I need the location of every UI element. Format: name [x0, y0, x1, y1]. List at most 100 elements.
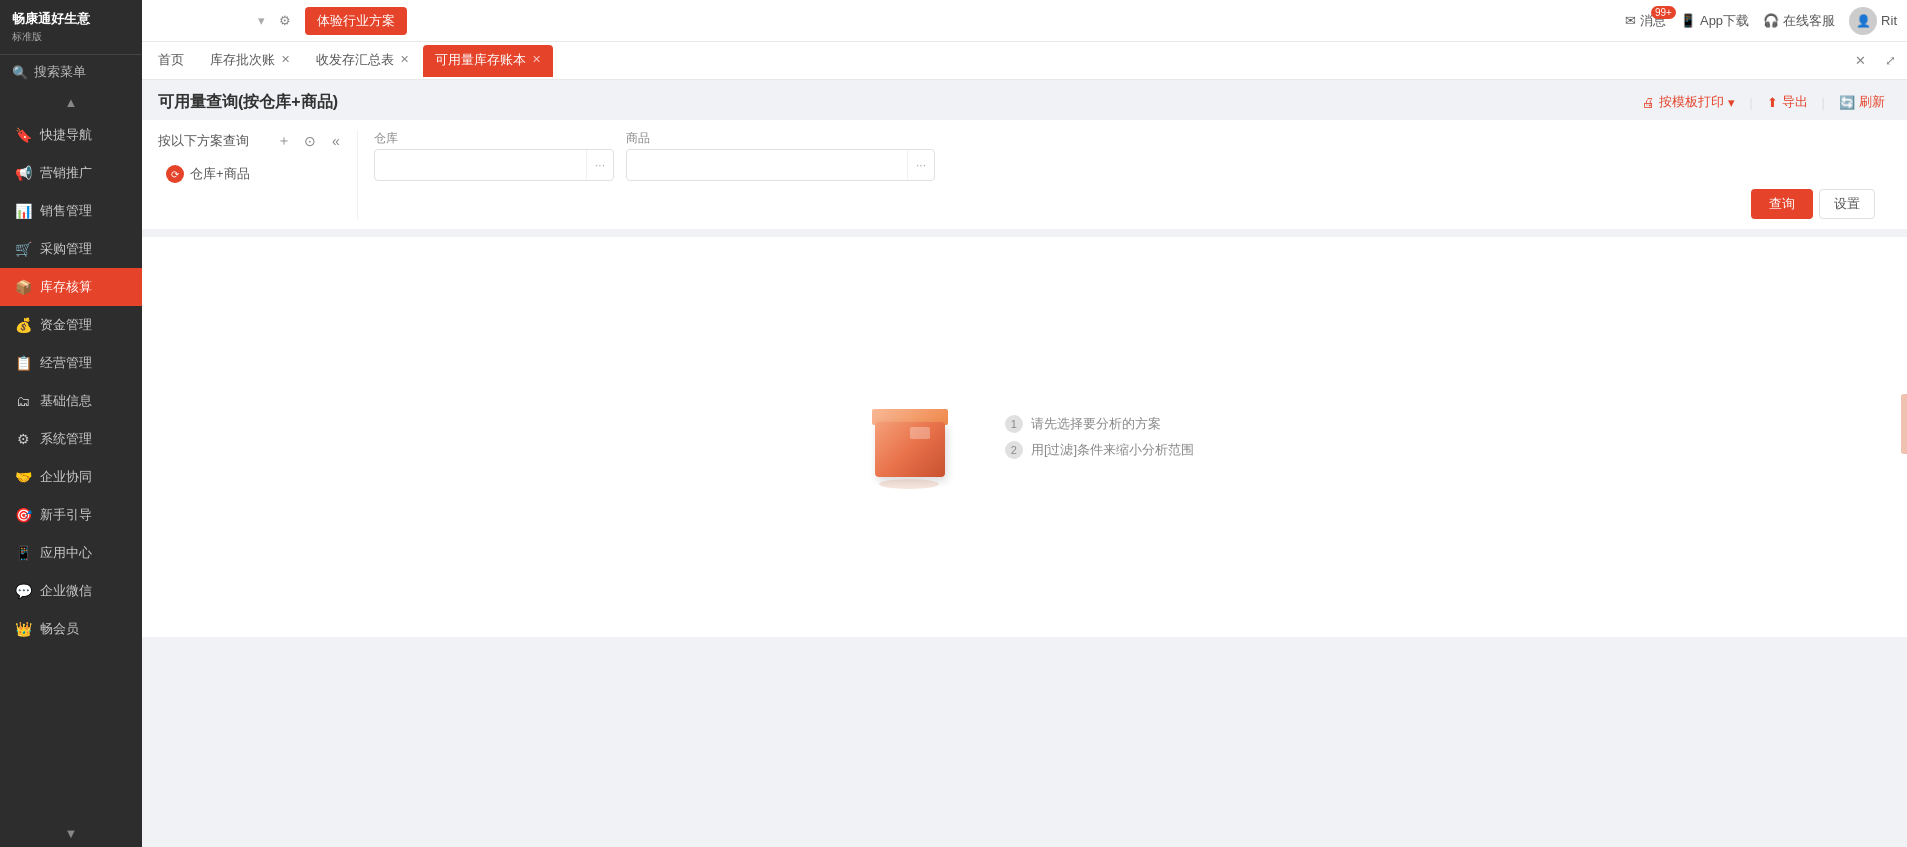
right-scroll-indicator[interactable] — [1901, 394, 1907, 454]
action-row: 查询 设置 — [374, 189, 1891, 219]
print-dropdown-icon[interactable]: ▾ — [1728, 95, 1735, 110]
enterprise-icon: 🤝 — [14, 468, 32, 486]
tabbar-close-all-button[interactable]: ✕ — [1847, 48, 1873, 74]
export-button[interactable]: ⬆ 导出 — [1761, 90, 1814, 114]
tabbar-expand-button[interactable]: ⤢ — [1877, 48, 1903, 74]
topbar: ▾ ⚙ 体验行业方案 ✉ 消息 99+ 📱 App下载 🎧 在线客服 👤 — [142, 0, 1907, 42]
sales-icon: 📊 — [14, 202, 32, 220]
refresh-button[interactable]: 🔄 刷新 — [1833, 90, 1891, 114]
topbar-dropdown-icon[interactable]: ▾ — [258, 13, 265, 28]
member-icon: 👑 — [14, 620, 32, 638]
sidebar-scroll-up[interactable]: ▲ — [0, 89, 142, 116]
box-shadow — [879, 479, 939, 489]
marketing-icon: 📢 — [14, 164, 32, 182]
hint-text-2: 用[过滤]条件来缩小分析范围 — [1031, 441, 1194, 459]
sidebar-item-label: 基础信息 — [40, 392, 92, 410]
product-input-wrap: ··· — [626, 149, 935, 181]
tab-available-ledger-label: 可用量库存账本 — [435, 51, 526, 69]
sidebar-search-label: 搜索菜单 — [34, 63, 86, 81]
sidebar-item-purchase[interactable]: 🛒 采购管理 — [0, 230, 142, 268]
settings-button[interactable]: 设置 — [1819, 189, 1875, 219]
sidebar-item-guide[interactable]: 🎯 新手引导 — [0, 496, 142, 534]
sidebar-scroll-down[interactable]: ▼ — [0, 820, 142, 847]
wechat-icon: 💬 — [14, 582, 32, 600]
app-title: 畅康通好生意 — [12, 10, 130, 28]
sidebar-item-label: 经营管理 — [40, 354, 92, 372]
sidebar-item-label: 企业微信 — [40, 582, 92, 600]
app-download-button[interactable]: 📱 App下载 — [1680, 12, 1749, 30]
basic-info-icon: 🗂 — [14, 392, 32, 410]
search-icon: 🔍 — [12, 65, 28, 80]
sidebar-logo: 畅康通好生意 标准版 — [0, 0, 142, 55]
topbar-breadcrumb — [152, 14, 252, 28]
scheme-add-button[interactable]: ＋ — [273, 130, 295, 152]
user-profile[interactable]: 👤 Rit — [1849, 7, 1897, 35]
scheme-settings-button[interactable]: ⊙ — [299, 130, 321, 152]
filter-row: 仓库 ··· 商品 — [374, 130, 1891, 181]
product-more-button[interactable]: ··· — [907, 150, 934, 180]
tab-batch-account-label: 库存批次账 — [210, 51, 275, 69]
app-badge: 标准版 — [12, 30, 130, 44]
tab-batch-account-close[interactable]: ✕ — [281, 53, 290, 66]
app-center-icon: 📱 — [14, 544, 32, 562]
collapse-icon: « — [332, 133, 340, 149]
empty-hint-1: 1 请先选择要分析的方案 — [1005, 415, 1194, 433]
query-button[interactable]: 查询 — [1751, 189, 1813, 219]
scheme-collapse-button[interactable]: « — [325, 130, 347, 152]
export-label: 导出 — [1782, 93, 1808, 111]
tab-receipt-summary[interactable]: 收发存汇总表 ✕ — [304, 45, 421, 77]
topbar-search-input[interactable] — [152, 14, 252, 28]
empty-state: 1 请先选择要分析的方案 2 用[过滤]条件来缩小分析范围 — [142, 237, 1907, 637]
tab-receipt-summary-close[interactable]: ✕ — [400, 53, 409, 66]
industry-solution-button[interactable]: 体验行业方案 — [305, 7, 407, 35]
sidebar-item-marketing[interactable]: 📢 营销推广 — [0, 154, 142, 192]
sidebar-item-basic-info[interactable]: 🗂 基础信息 — [0, 382, 142, 420]
topbar-right: ✉ 消息 99+ 📱 App下载 🎧 在线客服 👤 Rit — [1625, 7, 1897, 35]
product-label: 商品 — [626, 130, 935, 147]
online-service-button[interactable]: 🎧 在线客服 — [1763, 12, 1835, 30]
topbar-settings-button[interactable]: ⚙ — [271, 7, 299, 35]
box-face — [910, 427, 930, 439]
sidebar-item-label: 营销推广 — [40, 164, 92, 182]
sidebar-item-label: 新手引导 — [40, 506, 92, 524]
sidebar-item-finance[interactable]: 💰 资金管理 — [0, 306, 142, 344]
tab-available-ledger-close[interactable]: ✕ — [532, 53, 541, 66]
sidebar-item-operations[interactable]: 📋 经营管理 — [0, 344, 142, 382]
sidebar-item-system[interactable]: ⚙ 系统管理 — [0, 420, 142, 458]
hint-num-1: 1 — [1005, 415, 1023, 433]
tab-home[interactable]: 首页 — [146, 45, 196, 77]
print-icon: 🖨 — [1642, 95, 1655, 110]
avatar: 👤 — [1849, 7, 1877, 35]
message-button[interactable]: ✉ 消息 99+ — [1625, 12, 1666, 30]
scheme-panel-title: 按以下方案查询 — [158, 132, 249, 150]
phone-icon: 📱 — [1680, 13, 1696, 28]
tab-batch-account[interactable]: 库存批次账 ✕ — [198, 45, 302, 77]
print-template-button[interactable]: 🖨 按模板打印 ▾ — [1636, 90, 1741, 114]
sidebar-item-sales[interactable]: 📊 销售管理 — [0, 192, 142, 230]
sidebar-item-label: 资金管理 — [40, 316, 92, 334]
sidebar-item-app-center[interactable]: 📱 应用中心 — [0, 534, 142, 572]
scheme-panel: 按以下方案查询 ＋ ⊙ « ⟳ 仓库+商 — [158, 130, 358, 219]
tab-available-ledger[interactable]: 可用量库存账本 ✕ — [423, 45, 553, 77]
product-input[interactable] — [627, 153, 907, 178]
sidebar-item-wechat[interactable]: 💬 企业微信 — [0, 572, 142, 610]
sidebar-item-label: 库存核算 — [40, 278, 92, 296]
page-content: 可用量查询(按仓库+商品) 🖨 按模板打印 ▾ | ⬆ 导出 | 🔄 刷新 — [142, 80, 1907, 847]
avatar-icon: 👤 — [1856, 14, 1871, 28]
sidebar-item-inventory[interactable]: 📦 库存核算 — [0, 268, 142, 306]
message-badge: 99+ — [1651, 6, 1676, 19]
scheme-panel-buttons: ＋ ⊙ « — [273, 130, 347, 152]
sidebar-item-enterprise[interactable]: 🤝 企业协同 — [0, 458, 142, 496]
sidebar-search[interactable]: 🔍 搜索菜单 — [0, 55, 142, 89]
scheme-item-label: 仓库+商品 — [190, 165, 250, 183]
scheme-item-warehouse-product[interactable]: ⟳ 仓库+商品 — [158, 160, 347, 188]
warehouse-input[interactable] — [375, 153, 586, 178]
warehouse-more-button[interactable]: ··· — [586, 150, 613, 180]
sidebar-item-label: 销售管理 — [40, 202, 92, 220]
sidebar-item-label: 畅会员 — [40, 620, 79, 638]
quick-nav-icon: 🔖 — [14, 126, 32, 144]
finance-icon: 💰 — [14, 316, 32, 334]
sidebar-item-quick-nav[interactable]: 🔖 快捷导航 — [0, 116, 142, 154]
sidebar-item-member[interactable]: 👑 畅会员 — [0, 610, 142, 648]
more-icon: ··· — [595, 158, 605, 172]
